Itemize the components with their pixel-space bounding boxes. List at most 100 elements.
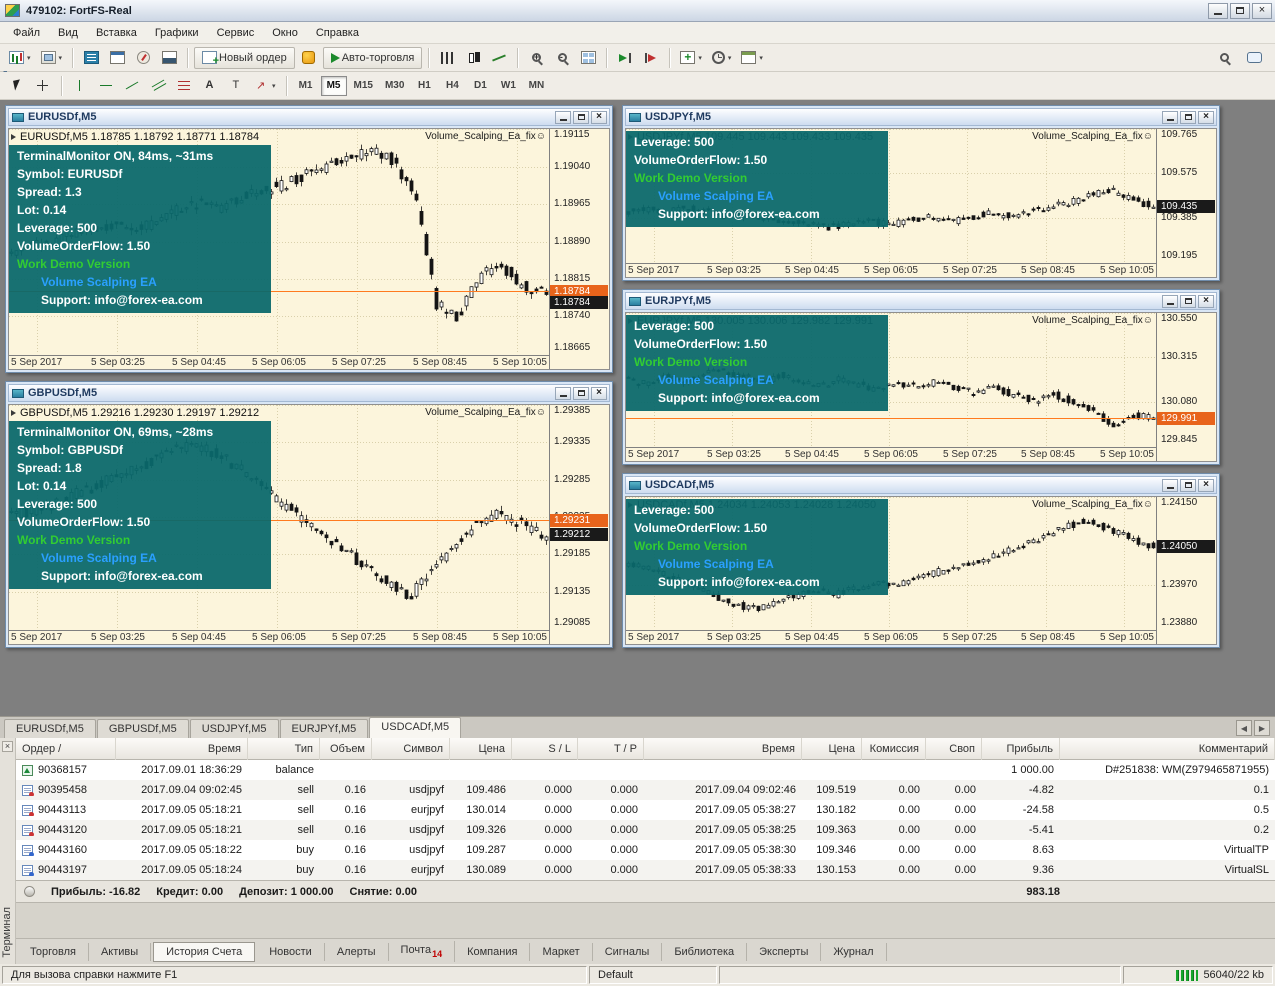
column-header-0[interactable]: Ордер / [16, 738, 116, 760]
community-chat-button[interactable] [1242, 47, 1266, 69]
bar-chart-mode-button[interactable] [435, 47, 459, 69]
chart-minimize-button[interactable] [555, 110, 571, 124]
chart-tab-gbpusdf-m5[interactable]: GBPUSDf,M5 [96, 719, 189, 738]
navigator-button[interactable] [131, 47, 155, 69]
cursor-tool-button[interactable] [5, 75, 29, 97]
timeframe-mn[interactable]: MN [523, 76, 549, 96]
terminal-tab-[interactable]: История Счета [153, 941, 256, 962]
history-row-90368157[interactable]: 90368157 2017.09.01 18:36:29 balance 1 000.… [16, 760, 1275, 780]
timeframe-h1[interactable]: H1 [411, 76, 437, 96]
terminal-tab-[interactable]: Активы [89, 942, 152, 961]
chart-window-eurjpyf-m5[interactable]: EURJPYf,M5 × EURJPYf,M5 130.005 130.006 12… [622, 289, 1220, 465]
column-header-8[interactable]: Время [644, 738, 802, 760]
new-order-button[interactable]: Новый ордер [194, 46, 295, 69]
chart-window-gbpusdf-m5[interactable]: GBPUSDf,M5 × GBPUSDf,M5 1.29216 1.29230 1.… [5, 381, 613, 648]
terminal-close-button[interactable]: × [2, 741, 13, 752]
arrows-tool-button[interactable]: ▾ [250, 75, 280, 97]
timeframe-w1[interactable]: W1 [495, 76, 521, 96]
history-row-90443120[interactable]: 90443120 2017.09.05 05:18:21 sell 0.16 usdjp… [16, 820, 1275, 840]
time-scale[interactable]: 5 Sep 2017 5 Sep 03:25 5 Sep 04:45 5 Sep 06… [626, 263, 1156, 277]
column-header-7[interactable]: T / P [578, 738, 644, 760]
chart-window-titlebar[interactable]: GBPUSDf,M5 × [8, 384, 610, 402]
history-row-90443197[interactable]: 90443197 2017.09.05 05:18:24 buy 0.16 eurjpy… [16, 860, 1275, 880]
chart-minimize-button[interactable] [555, 386, 571, 400]
new-chart-button[interactable]: ▾ [5, 47, 35, 69]
chart-restore-button[interactable] [1180, 478, 1196, 492]
chart-close-button[interactable]: × [1198, 110, 1214, 124]
templates-button[interactable]: ▾ [737, 47, 767, 69]
history-row-90395458[interactable]: 90395458 2017.09.04 09:02:45 sell 0.16 usdjp… [16, 780, 1275, 800]
column-header-11[interactable]: Своп [926, 738, 982, 760]
chart-close-button[interactable]: × [1198, 294, 1214, 308]
channel-tool-button[interactable] [146, 75, 170, 97]
chart-shift-button[interactable] [639, 47, 663, 69]
terminal-panel-label[interactable]: Терминал [1, 907, 13, 958]
trendline-tool-button[interactable] [120, 75, 144, 97]
terminal-tab-[interactable]: Торговля [18, 942, 89, 961]
timeframe-m30[interactable]: M30 [380, 76, 409, 96]
tab-scroll-left-button[interactable]: ◀ [1236, 720, 1252, 736]
time-scale[interactable]: 5 Sep 2017 5 Sep 03:25 5 Sep 04:45 5 Sep 06… [626, 630, 1156, 644]
horizontal-line-tool-button[interactable] [94, 75, 118, 97]
column-header-2[interactable]: Тип [248, 738, 320, 760]
chart-restore-button[interactable] [573, 110, 589, 124]
terminal-tab-[interactable]: Сигналы [593, 942, 663, 961]
menu-item-5[interactable]: Окно [263, 25, 307, 41]
terminal-tab-[interactable]: Почта14 [389, 941, 456, 962]
one-click-trading-toggle[interactable] [11, 134, 16, 140]
vertical-line-tool-button[interactable] [68, 75, 92, 97]
minimize-button[interactable] [1208, 2, 1228, 19]
price-scale[interactable]: 130.550 130.315 130.080 129.845 129.991 [1156, 313, 1216, 461]
chart-restore-button[interactable] [1180, 294, 1196, 308]
price-scale[interactable]: 1.24150 1.23970 1.23880 1.24050 [1156, 497, 1216, 644]
chart-plot-area[interactable]: USDJPYf,M5 109.445 109.443 109.433 109.4… [626, 129, 1156, 263]
tab-scroll-right-button[interactable]: ▶ [1254, 720, 1270, 736]
profiles-button[interactable]: ▾ [37, 47, 67, 69]
chart-tab-usdcadf-m5[interactable]: USDCADf,M5 [369, 717, 462, 738]
terminal-tab-[interactable]: Эксперты [747, 942, 822, 961]
menu-item-3[interactable]: Графики [146, 25, 208, 41]
chart-window-eurusdf-m5[interactable]: EURUSDf,M5 × EURUSDf,M5 1.18785 1.18792 1.… [5, 105, 613, 373]
chart-window-titlebar[interactable]: USDJPYf,M5 × [625, 108, 1217, 126]
terminal-tab-[interactable]: Маркет [530, 942, 593, 961]
chart-window-titlebar[interactable]: EURJPYf,M5 × [625, 292, 1217, 310]
candlestick-mode-button[interactable] [461, 47, 485, 69]
menu-item-6[interactable]: Справка [307, 25, 368, 41]
indicators-button[interactable]: ▾ [676, 47, 706, 69]
column-header-12[interactable]: Прибыль [982, 738, 1060, 760]
terminal-tab-[interactable]: Компания [455, 942, 531, 961]
data-window-button[interactable] [105, 47, 129, 69]
terminal-tab-[interactable]: Журнал [821, 942, 887, 961]
column-header-1[interactable]: Время [116, 738, 248, 760]
timeframe-m1[interactable]: M1 [293, 76, 319, 96]
terminal-toggle-button[interactable] [157, 47, 181, 69]
chart-plot-area[interactable]: EURUSDf,M5 1.18785 1.18792 1.18771 1.187… [9, 129, 549, 355]
history-row-90443160[interactable]: 90443160 2017.09.05 05:18:22 buy 0.16 usdjpy… [16, 840, 1275, 860]
price-scale[interactable]: 1.19115 1.19040 1.18965 1.18890 1.18815 1.187… [549, 129, 609, 369]
chart-close-button[interactable]: × [591, 386, 607, 400]
column-header-9[interactable]: Цена [802, 738, 862, 760]
terminal-tab-[interactable]: Новости [257, 942, 325, 961]
one-click-trading-toggle[interactable] [11, 410, 16, 416]
restore-button[interactable] [1230, 2, 1250, 19]
chart-restore-button[interactable] [573, 386, 589, 400]
column-header-13[interactable]: Комментарий [1060, 738, 1275, 760]
timeframe-h4[interactable]: H4 [439, 76, 465, 96]
chart-window-usdjpyf-m5[interactable]: USDJPYf,M5 × USDJPYf,M5 109.445 109.443 10… [622, 105, 1220, 281]
market-watch-button[interactable] [79, 47, 103, 69]
text-tool-button[interactable] [198, 75, 222, 97]
autotrade-button[interactable]: Авто-торговля [322, 46, 423, 69]
chart-plot-area[interactable]: GBPUSDf,M5 1.29216 1.29230 1.29197 1.292… [9, 405, 549, 630]
zoom-out-button[interactable]: - [550, 47, 574, 69]
chart-close-button[interactable]: × [591, 110, 607, 124]
chart-minimize-button[interactable] [1162, 110, 1178, 124]
menu-item-0[interactable]: Файл [4, 25, 49, 41]
chart-plot-area[interactable]: EURJPYf,M5 130.005 130.006 129.982 129.9… [626, 313, 1156, 447]
close-button[interactable]: × [1252, 2, 1272, 19]
search-button[interactable] [1212, 47, 1236, 69]
column-header-6[interactable]: S / L [512, 738, 578, 760]
line-chart-mode-button[interactable] [487, 47, 511, 69]
chart-tab-usdjpyf-m5[interactable]: USDJPYf,M5 [189, 719, 279, 738]
chart-tab-eurusdf-m5[interactable]: EURUSDf,M5 [4, 719, 96, 738]
column-header-10[interactable]: Комиссия [862, 738, 926, 760]
